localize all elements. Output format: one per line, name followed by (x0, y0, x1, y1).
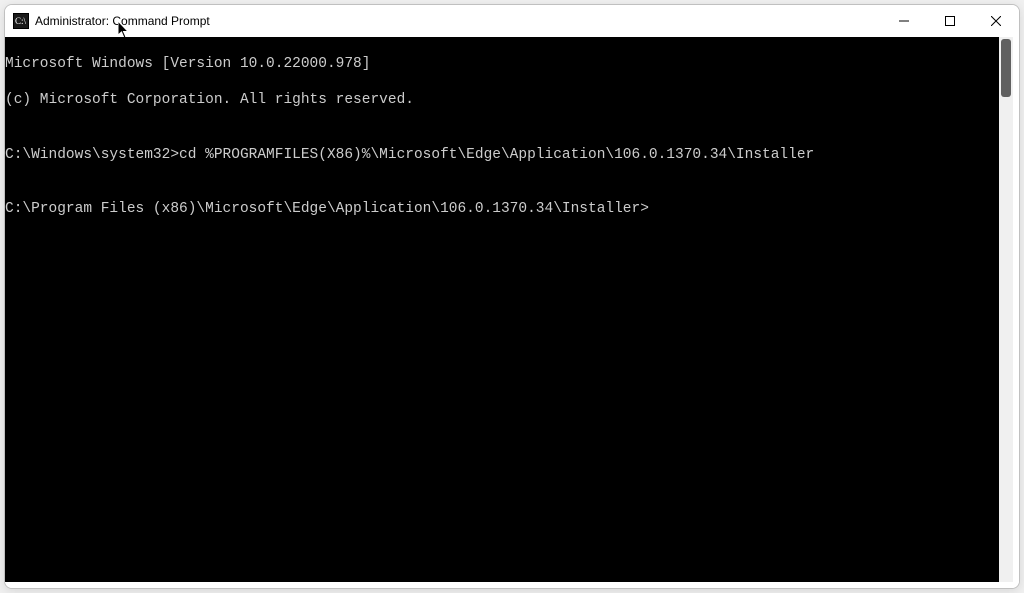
cmd-icon: C:\ (13, 13, 29, 29)
maximize-button[interactable] (927, 5, 973, 37)
window-title: Administrator: Command Prompt (35, 14, 881, 28)
close-icon (991, 14, 1001, 29)
terminal-line: Microsoft Windows [Version 10.0.22000.97… (5, 55, 999, 73)
scrollbar[interactable] (999, 37, 1013, 582)
terminal-output[interactable]: Microsoft Windows [Version 10.0.22000.97… (5, 37, 999, 582)
window-controls (881, 5, 1019, 37)
minimize-icon (899, 14, 909, 29)
scrollbar-thumb[interactable] (1001, 39, 1011, 97)
svg-text:C:\: C:\ (15, 16, 27, 26)
terminal-line: C:\Windows\system32>cd %PROGRAMFILES(X86… (5, 146, 999, 164)
maximize-icon (945, 14, 955, 29)
terminal-line: (c) Microsoft Corporation. All rights re… (5, 91, 999, 109)
terminal-prompt-line: C:\Program Files (x86)\Microsoft\Edge\Ap… (5, 200, 999, 218)
terminal-frame: Microsoft Windows [Version 10.0.22000.97… (5, 37, 1019, 588)
close-button[interactable] (973, 5, 1019, 37)
minimize-button[interactable] (881, 5, 927, 37)
command-prompt-window: C:\ Administrator: Command Prompt (4, 4, 1020, 589)
titlebar[interactable]: C:\ Administrator: Command Prompt (5, 5, 1019, 37)
